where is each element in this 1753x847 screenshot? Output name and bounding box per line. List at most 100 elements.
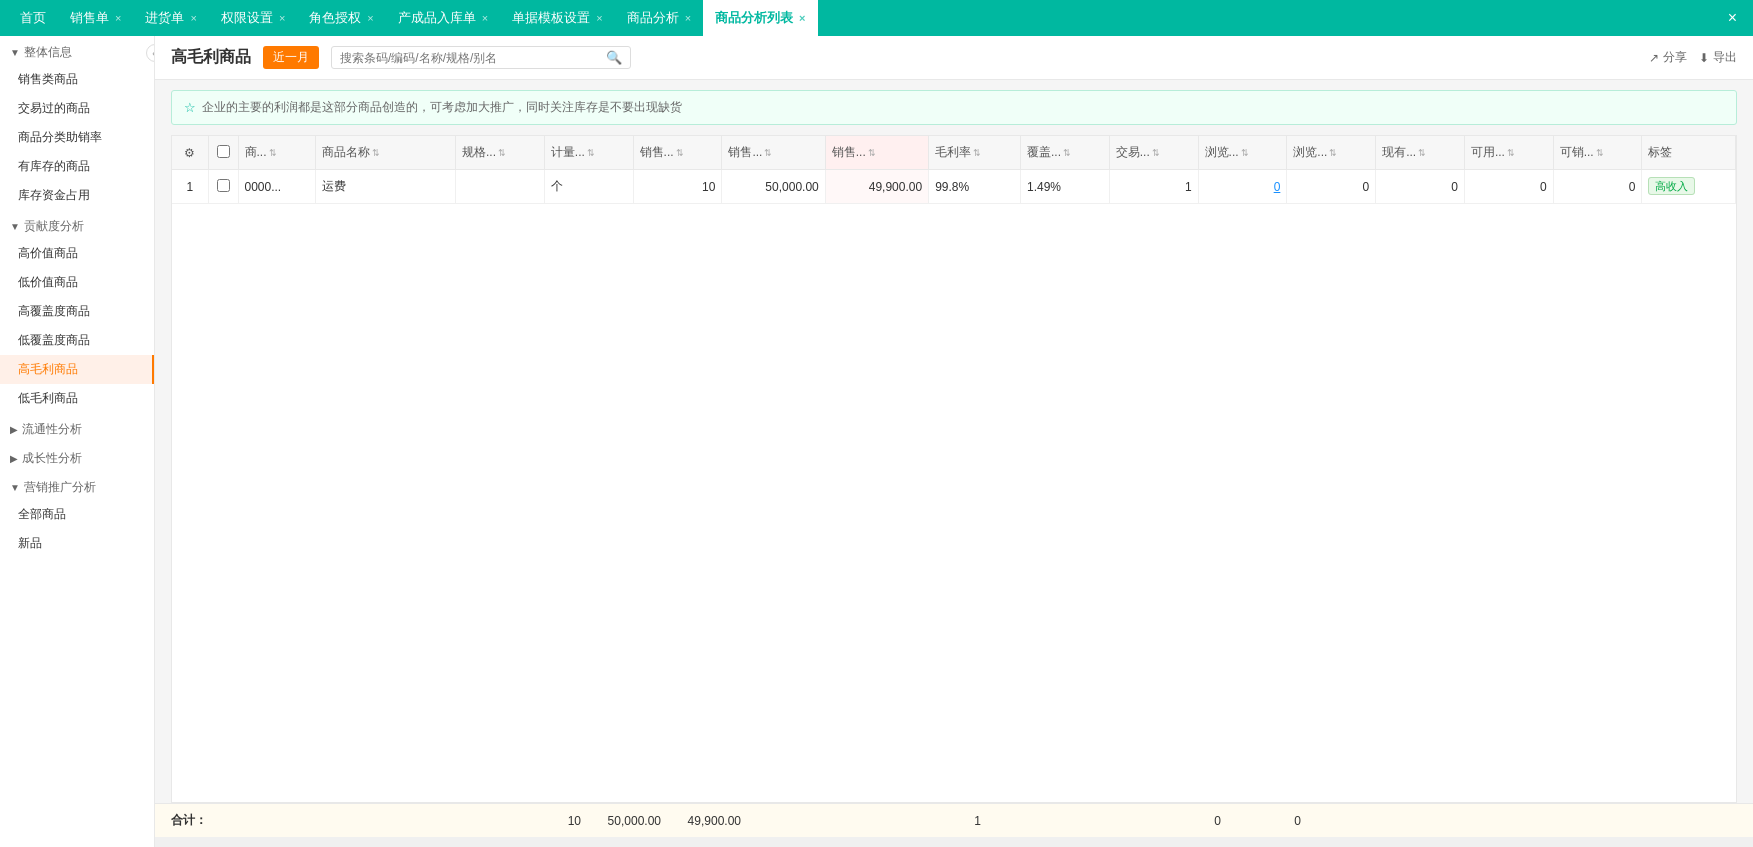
search-icon[interactable]: 🔍 xyxy=(606,50,622,65)
col-transaction[interactable]: 交易...⇅ xyxy=(1109,136,1198,170)
sidebar-item-sales-goods[interactable]: 销售类商品 xyxy=(0,65,154,94)
sidebar-group-circulation[interactable]: ▶ 流通性分析 xyxy=(0,413,154,442)
sidebar-group-marketing[interactable]: ▼ 营销推广分析 xyxy=(0,471,154,500)
sort-icon-transaction: ⇅ xyxy=(1152,148,1160,158)
col-sales-amount[interactable]: 销售...⇅ xyxy=(722,136,825,170)
nav-sales[interactable]: 销售单 × xyxy=(58,0,133,36)
growth-arrow-icon: ▶ xyxy=(10,453,18,464)
row-stock-available: 0 xyxy=(1464,170,1553,204)
export-button[interactable]: ⬇ 导出 xyxy=(1699,49,1737,66)
sidebar-item-category-rate[interactable]: 商品分类助销率 xyxy=(0,123,154,152)
row-gross-margin: 99.8% xyxy=(929,170,1021,204)
horizontal-scrollbar[interactable] xyxy=(155,837,1753,847)
sidebar-item-high-value[interactable]: 高价值商品 xyxy=(0,239,154,268)
nav-home[interactable]: 首页 xyxy=(8,0,58,36)
sidebar-item-low-margin[interactable]: 低毛利商品 xyxy=(0,384,154,413)
marketing-arrow-icon: ▼ xyxy=(10,482,20,493)
close-product-analysis-list-tab[interactable]: × xyxy=(799,12,805,24)
main-container: « ▼ 整体信息 销售类商品 交易过的商品 商品分类助销率 有库存的商品 库存资… xyxy=(0,36,1753,847)
sidebar-item-low-coverage[interactable]: 低覆盖度商品 xyxy=(0,326,154,355)
sidebar-item-high-margin[interactable]: 高毛利商品 xyxy=(0,355,154,384)
footer-qty-val: 10 xyxy=(527,814,587,828)
data-table: ⚙ 商...⇅ 商品名称⇅ 规格...⇅ 计量...⇅ 销售...⇅ 销售...… xyxy=(172,136,1736,204)
close-role-tab[interactable]: × xyxy=(367,12,373,24)
nav-purchase[interactable]: 进货单 × xyxy=(133,0,208,36)
search-box: 🔍 xyxy=(331,46,631,69)
share-icon: ↗ xyxy=(1649,51,1659,65)
share-button[interactable]: ↗ 分享 xyxy=(1649,49,1687,66)
table-header-row: ⚙ 商...⇅ 商品名称⇅ 规格...⇅ 计量...⇅ 销售...⇅ 销售...… xyxy=(172,136,1736,170)
close-sales-tab[interactable]: × xyxy=(115,12,121,24)
footer-browse1-val xyxy=(987,814,1067,828)
col-browse1[interactable]: 浏览...⇅ xyxy=(1198,136,1287,170)
select-all-checkbox[interactable] xyxy=(217,145,230,158)
col-spec[interactable]: 规格...⇅ xyxy=(456,136,545,170)
close-template-tab[interactable]: × xyxy=(596,12,602,24)
nav-template[interactable]: 单据模板设置 × xyxy=(500,0,614,36)
sidebar-item-all-goods[interactable]: 全部商品 xyxy=(0,500,154,529)
col-coverage[interactable]: 覆盖...⇅ xyxy=(1021,136,1110,170)
contribution-arrow-icon: ▼ xyxy=(10,221,20,232)
row-unit: 个 xyxy=(544,170,633,204)
row-browse1[interactable]: 0 xyxy=(1198,170,1287,204)
sidebar-item-traded-goods[interactable]: 交易过的商品 xyxy=(0,94,154,123)
sort-icon-spec: ⇅ xyxy=(498,148,506,158)
filter-button[interactable]: 近一月 xyxy=(263,46,319,69)
col-sales-profit[interactable]: 销售...⇅ xyxy=(825,136,928,170)
sidebar-item-low-value[interactable]: 低价值商品 xyxy=(0,268,154,297)
sidebar-group-growth[interactable]: ▶ 成长性分析 xyxy=(0,442,154,471)
nav-product-analysis[interactable]: 商品分析 × xyxy=(615,0,703,36)
nav-product-analysis-list[interactable]: 商品分析列表 × xyxy=(703,0,817,36)
col-name[interactable]: 商品名称⇅ xyxy=(315,136,455,170)
nav-permission[interactable]: 权限设置 × xyxy=(209,0,297,36)
col-code[interactable]: 商...⇅ xyxy=(238,136,315,170)
close-product-analysis-tab[interactable]: × xyxy=(685,12,691,24)
row-transaction: 1 xyxy=(1109,170,1198,204)
col-settings[interactable]: ⚙ xyxy=(172,136,208,170)
data-table-container[interactable]: ⚙ 商...⇅ 商品名称⇅ 规格...⇅ 计量...⇅ 销售...⇅ 销售...… xyxy=(171,135,1737,803)
footer-label: 合计： xyxy=(171,812,207,829)
col-gross-margin[interactable]: 毛利率⇅ xyxy=(929,136,1021,170)
sidebar-item-high-coverage[interactable]: 高覆盖度商品 xyxy=(0,297,154,326)
col-unit[interactable]: 计量...⇅ xyxy=(544,136,633,170)
nav-product-inbound[interactable]: 产成品入库单 × xyxy=(386,0,500,36)
header-actions: ↗ 分享 ⬇ 导出 xyxy=(1649,49,1737,66)
row-checkbox-cell[interactable] xyxy=(208,170,238,204)
col-checkbox[interactable] xyxy=(208,136,238,170)
sidebar-item-new-goods[interactable]: 新品 xyxy=(0,529,154,558)
info-banner: ☆ 企业的主要的利润都是这部分商品创造的，可考虑加大推广，同时关注库存是不要出现… xyxy=(171,90,1737,125)
sidebar-group-overall[interactable]: ▼ 整体信息 xyxy=(0,36,154,65)
row-sales-profit: 49,900.00 xyxy=(825,170,928,204)
row-spec xyxy=(456,170,545,204)
sort-icon-sales-profit: ⇅ xyxy=(868,148,876,158)
close-permission-tab[interactable]: × xyxy=(279,12,285,24)
sidebar-item-instock-goods[interactable]: 有库存的商品 xyxy=(0,152,154,181)
top-navigation: 首页 销售单 × 进货单 × 权限设置 × 角色授权 × 产成品入库单 × 单据… xyxy=(0,0,1753,36)
col-stock-saleable[interactable]: 可销...⇅ xyxy=(1553,136,1642,170)
nav-role[interactable]: 角色授权 × xyxy=(297,0,385,36)
page-title: 高毛利商品 xyxy=(171,47,251,68)
footer-stock-current-val: 0 xyxy=(1147,814,1227,828)
row-name: 运费 xyxy=(315,170,455,204)
sidebar-item-stock-capital[interactable]: 库存资金占用 xyxy=(0,181,154,210)
window-close-btn[interactable]: × xyxy=(1720,9,1745,27)
close-product-inbound-tab[interactable]: × xyxy=(482,12,488,24)
sort-icon-unit: ⇅ xyxy=(587,148,595,158)
row-checkbox[interactable] xyxy=(217,179,230,192)
overall-arrow-icon: ▼ xyxy=(10,47,20,58)
sidebar-group-contribution[interactable]: ▼ 贡献度分析 xyxy=(0,210,154,239)
col-sales-qty[interactable]: 销售...⇅ xyxy=(633,136,722,170)
footer-sales-qty xyxy=(227,814,527,828)
row-sales-qty: 10 xyxy=(633,170,722,204)
search-input[interactable] xyxy=(340,51,602,65)
sort-icon-sales-qty: ⇅ xyxy=(676,148,684,158)
sort-icon-stock-current: ⇅ xyxy=(1418,148,1426,158)
col-browse2[interactable]: 浏览...⇅ xyxy=(1287,136,1376,170)
col-tag[interactable]: 标签 xyxy=(1642,136,1736,170)
info-icon: ☆ xyxy=(184,100,196,115)
row-tag: 高收入 xyxy=(1642,170,1736,204)
close-purchase-tab[interactable]: × xyxy=(190,12,196,24)
sort-icon-stock-available: ⇅ xyxy=(1507,148,1515,158)
col-stock-current[interactable]: 现有...⇅ xyxy=(1376,136,1465,170)
col-stock-available[interactable]: 可用...⇅ xyxy=(1464,136,1553,170)
